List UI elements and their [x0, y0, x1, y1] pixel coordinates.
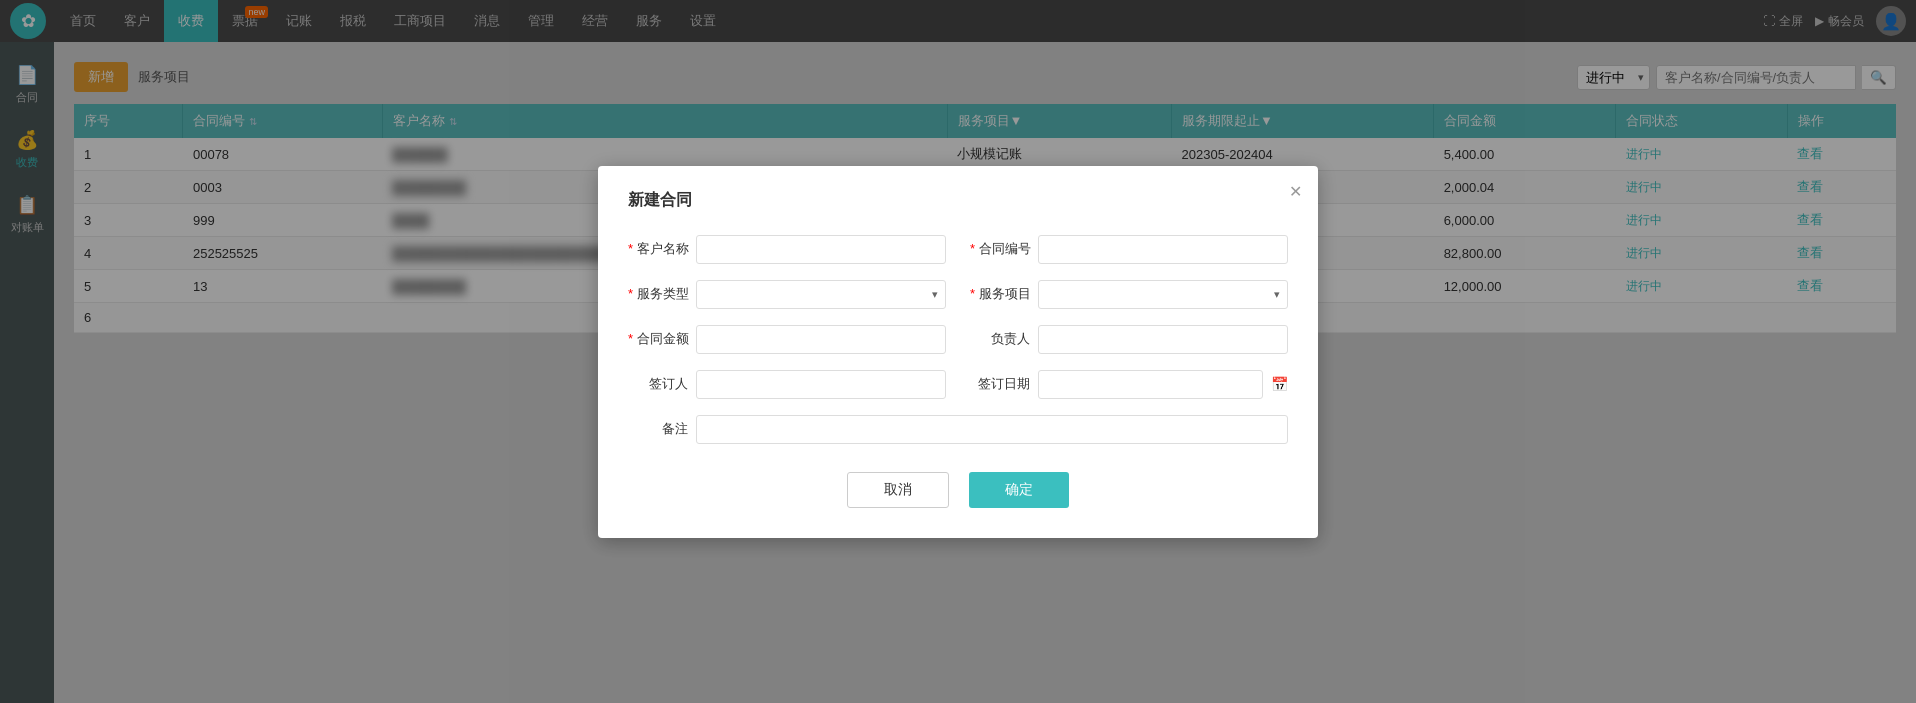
form-row-amount: 合同金额 0.00	[628, 325, 946, 354]
contract-no-input[interactable]	[1038, 235, 1288, 264]
service-type-label: 服务类型	[628, 285, 688, 303]
service-type-select-wrapper	[696, 280, 946, 309]
sign-date-label: 签订日期	[970, 375, 1030, 393]
signer-input[interactable]	[696, 370, 946, 399]
form-row-sign-date: 签订日期 2023-06-06 📅	[970, 370, 1288, 399]
service-item-select[interactable]	[1038, 280, 1288, 309]
calendar-icon[interactable]: 📅	[1271, 376, 1288, 392]
remark-label: 备注	[628, 420, 688, 438]
form-row-service-item: 服务项目	[970, 280, 1288, 309]
service-type-select[interactable]	[696, 280, 946, 309]
modal-overlay: ✕ 新建合同 客户名称 合同编号 服务类型 服	[0, 0, 1916, 703]
sign-date-input[interactable]: 2023-06-06	[1038, 370, 1263, 399]
assignee-label: 负责人	[970, 330, 1030, 348]
contract-no-label: 合同编号	[970, 240, 1030, 258]
cancel-button[interactable]: 取消	[847, 472, 949, 508]
customer-name-input[interactable]	[696, 235, 946, 264]
assignee-input[interactable]	[1038, 325, 1288, 354]
confirm-button[interactable]: 确定	[969, 472, 1069, 508]
modal-close-button[interactable]: ✕	[1289, 182, 1302, 201]
form-row-customer: 客户名称	[628, 235, 946, 264]
form-row-contract-no: 合同编号	[970, 235, 1288, 264]
customer-name-label: 客户名称	[628, 240, 688, 258]
form-row-remark: 备注	[628, 415, 1288, 444]
form-row-assignee: 负责人	[970, 325, 1288, 354]
service-item-select-wrapper	[1038, 280, 1288, 309]
form-grid: 客户名称 合同编号 服务类型 服务项目	[628, 235, 1288, 444]
form-row-signer: 签订人	[628, 370, 946, 399]
contract-amount-input[interactable]: 0.00	[696, 325, 946, 354]
form-row-service-type: 服务类型	[628, 280, 946, 309]
contract-amount-label: 合同金额	[628, 330, 688, 348]
modal-footer: 取消 确定	[628, 472, 1288, 508]
signer-label: 签订人	[628, 375, 688, 393]
new-contract-modal: ✕ 新建合同 客户名称 合同编号 服务类型 服	[598, 166, 1318, 538]
modal-title: 新建合同	[628, 190, 1288, 211]
remark-input[interactable]	[696, 415, 1288, 444]
service-item-label: 服务项目	[970, 285, 1030, 303]
